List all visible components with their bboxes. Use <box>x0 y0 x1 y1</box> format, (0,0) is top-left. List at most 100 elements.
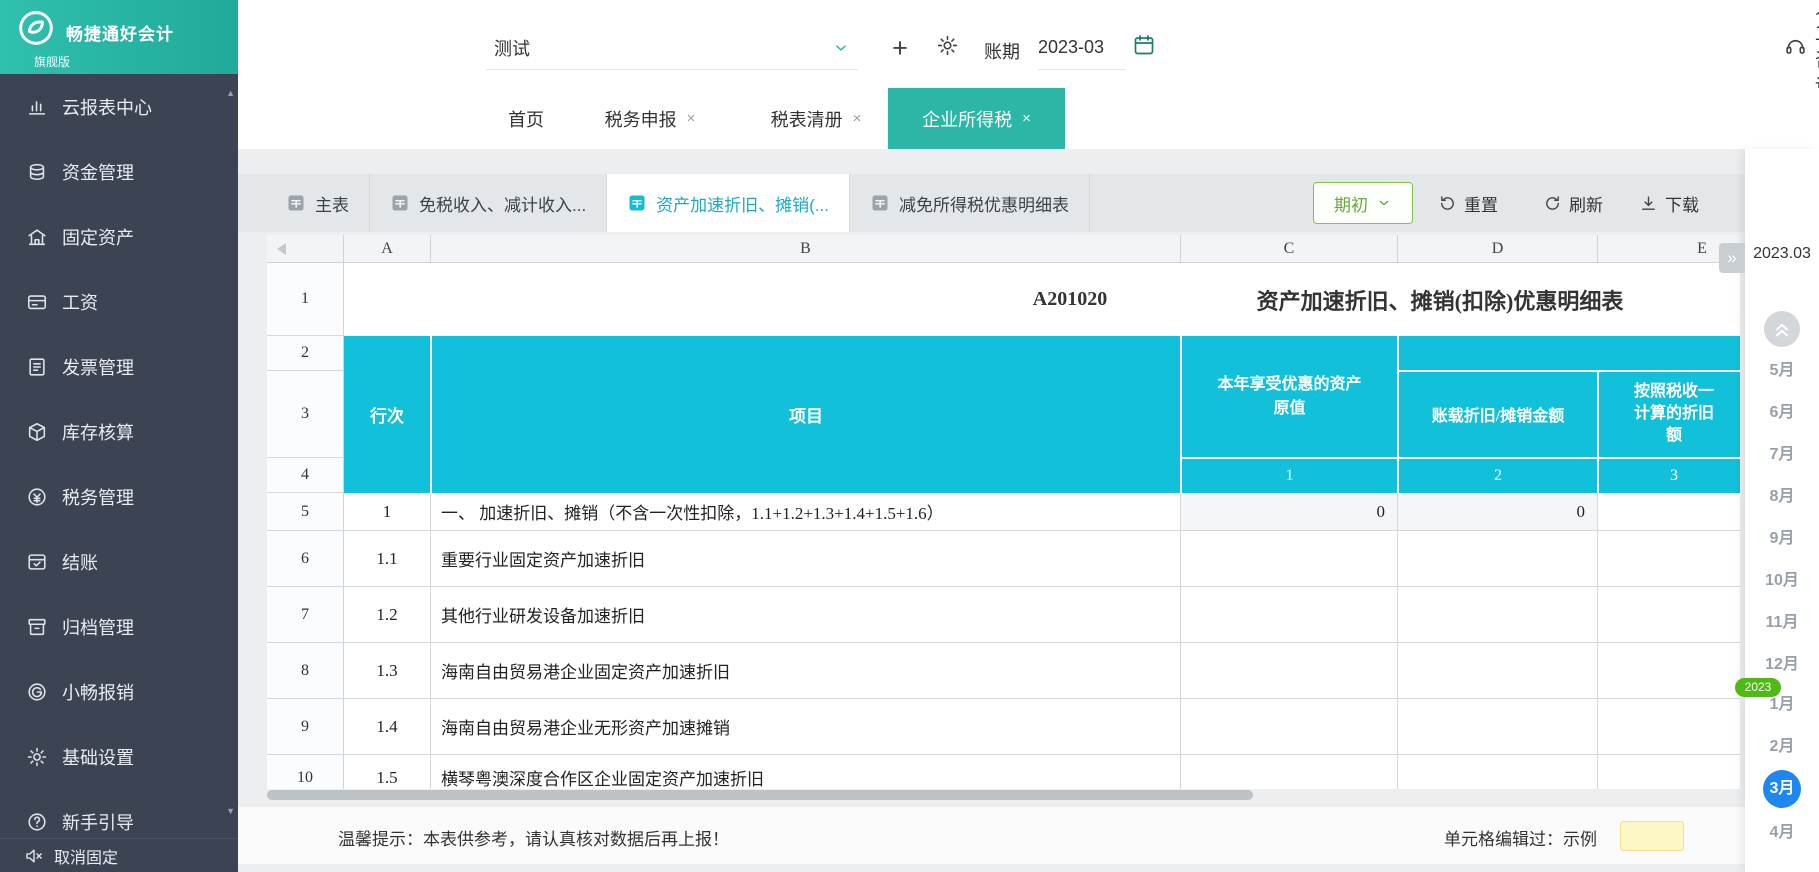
month-item[interactable]: 3月 <box>1763 770 1801 808</box>
month-item[interactable]: 11月 <box>1745 606 1819 640</box>
sidebar-item-inventory[interactable]: 库存核算 <box>0 399 238 464</box>
cell-e[interactable] <box>1598 493 1740 531</box>
column-header-C[interactable]: C <box>1181 235 1398 263</box>
cell-d[interactable] <box>1398 643 1598 699</box>
month-item[interactable]: 12月 <box>1745 648 1819 682</box>
month-item[interactable]: 6月 <box>1745 396 1819 430</box>
month-item[interactable]: 10月 <box>1745 564 1819 598</box>
cell-c[interactable]: 0 <box>1181 493 1398 531</box>
sidebar-item-guide[interactable]: 新手引导 <box>0 789 238 838</box>
table-row: 1.2 其他行业研发设备加速折旧 <box>344 587 1740 643</box>
cell-item[interactable]: 一、 加速折旧、摊销（不含一次性扣除，1.1+1.2+1.3+1.4+1.5+1… <box>431 493 1181 531</box>
cell-c[interactable] <box>1181 587 1398 643</box>
tab-tax-register[interactable]: 税表清册 × <box>752 88 880 149</box>
title-row-cell[interactable]: A201020 资产加速折旧、摊销(扣除)优惠明细表 <box>344 263 1740 336</box>
company-select[interactable]: 测试 <box>486 26 858 70</box>
sidebar-scroll-down-icon[interactable]: ▼ <box>226 806 235 816</box>
cell-c[interactable] <box>1181 643 1398 699</box>
calendar-icon[interactable] <box>1132 33 1156 57</box>
close-icon[interactable]: × <box>687 110 696 127</box>
cell-item[interactable]: 其他行业研发设备加速折旧 <box>431 587 1181 643</box>
subtab-tax-relief-detail[interactable]: 减免所得税优惠明细表 <box>850 174 1091 232</box>
cell-item[interactable]: 重要行业固定资产加速折旧 <box>431 531 1181 587</box>
sidebar-item-closing[interactable]: 结账 <box>0 529 238 594</box>
cell-e[interactable] <box>1598 643 1740 699</box>
sidebar-scroll-up-icon[interactable]: ▲ <box>226 88 235 98</box>
reset-label: 重置 <box>1464 195 1498 215</box>
row-header-1[interactable]: 1 <box>267 263 344 336</box>
cell-d[interactable] <box>1398 587 1598 643</box>
select-all-corner[interactable] <box>267 235 344 263</box>
sidebar-item-salary[interactable]: 工资 <box>0 269 238 334</box>
cell-e[interactable] <box>1598 587 1740 643</box>
sidebar-item-tax[interactable]: 税务管理 <box>0 464 238 529</box>
subtab-tax-free-income[interactable]: 免税收入、减计收入... <box>370 174 608 232</box>
month-item[interactable]: 8月 <box>1745 480 1819 514</box>
cell-d[interactable] <box>1398 755 1598 789</box>
column-header-D[interactable]: D <box>1398 235 1598 263</box>
month-item[interactable]: 5月 <box>1745 354 1819 388</box>
row-header-7[interactable]: 7 <box>267 587 344 643</box>
sidebar-item-reimburse[interactable]: 小畅报销 <box>0 659 238 724</box>
row-header-8[interactable]: 8 <box>267 643 344 699</box>
consult-button[interactable]: 人工咨询 <box>1784 0 1819 96</box>
row-header-6[interactable]: 6 <box>267 531 344 587</box>
tab-corporate-income-tax[interactable]: 企业所得税 × <box>888 88 1065 149</box>
cell-line[interactable]: 1.5 <box>344 755 431 789</box>
add-account-set-button[interactable]: + <box>882 28 918 68</box>
cell-line[interactable]: 1.2 <box>344 587 431 643</box>
subtab-accelerated-depreciation[interactable]: 资产加速折旧、摊销(... <box>607 174 851 232</box>
sidebar-item-funds[interactable]: 资金管理 <box>0 139 238 204</box>
month-item[interactable]: 2月 <box>1745 730 1819 764</box>
reset-button[interactable]: 重置 <box>1438 191 1498 215</box>
sidebar-item-fixed-assets[interactable]: 固定资产 <box>0 204 238 269</box>
collapse-up-button[interactable] <box>1764 311 1800 347</box>
cell-c[interactable] <box>1181 699 1398 755</box>
cell-line[interactable]: 1 <box>344 493 431 531</box>
download-button[interactable]: 下载 <box>1639 191 1699 215</box>
row-header-3[interactable]: 3 <box>267 371 344 458</box>
cell-d[interactable] <box>1398 531 1598 587</box>
period-select[interactable]: 2023-03 <box>1038 26 1126 70</box>
cell-c[interactable] <box>1181 531 1398 587</box>
column-header-B[interactable]: B <box>431 235 1181 263</box>
close-icon[interactable]: × <box>853 110 862 127</box>
cell-c[interactable] <box>1181 755 1398 789</box>
row-header-9[interactable]: 9 <box>267 699 344 755</box>
cell-line[interactable]: 1.4 <box>344 699 431 755</box>
sidebar-item-cloud-reports[interactable]: 云报表中心 <box>0 74 238 139</box>
sidebar-item-invoices[interactable]: 发票管理 <box>0 334 238 399</box>
tab-tax-filing[interactable]: 税务申报 × <box>586 88 714 149</box>
cell-d[interactable]: 0 <box>1398 493 1598 531</box>
period-filter-button[interactable]: 期初 <box>1313 182 1413 224</box>
cell-item[interactable]: 横琴粤澳深度合作区企业固定资产加速折旧 <box>431 755 1181 789</box>
sidebar-item-settings[interactable]: 基础设置 <box>0 724 238 789</box>
month-item[interactable]: 4月 <box>1745 816 1819 850</box>
horizontal-scrollbar[interactable] <box>238 789 1745 801</box>
cell-line[interactable]: 1.3 <box>344 643 431 699</box>
column-header-A[interactable]: A <box>344 235 431 263</box>
cell-d[interactable] <box>1398 699 1598 755</box>
consult-label: 人工咨询 <box>1815 0 1819 98</box>
cell-item[interactable]: 海南自由贸易港企业无形资产加速摊销 <box>431 699 1181 755</box>
row-header-10[interactable]: 10 <box>267 755 344 789</box>
subtab-main-table[interactable]: 主表 <box>266 174 370 232</box>
cell-e[interactable] <box>1598 699 1740 755</box>
unpin-sidebar-button[interactable]: 取消固定 <box>0 838 238 872</box>
cell-e[interactable] <box>1598 755 1740 789</box>
expand-panel-icon[interactable]: » <box>1719 243 1745 273</box>
close-icon[interactable]: × <box>1022 110 1031 127</box>
row-header-2[interactable]: 2 <box>267 336 344 371</box>
month-item[interactable]: 7月 <box>1745 438 1819 472</box>
sidebar-item-archive[interactable]: 归档管理 <box>0 594 238 659</box>
refresh-button[interactable]: 刷新 <box>1543 191 1603 215</box>
row-header-4[interactable]: 4 <box>267 458 344 493</box>
cell-item[interactable]: 海南自由贸易港企业固定资产加速折旧 <box>431 643 1181 699</box>
month-item[interactable]: 9月 <box>1745 522 1819 556</box>
scrollbar-thumb[interactable] <box>267 790 1253 800</box>
cell-line[interactable]: 1.1 <box>344 531 431 587</box>
settings-gear-icon[interactable] <box>936 34 959 57</box>
cell-e[interactable] <box>1598 531 1740 587</box>
tab-home[interactable]: 首页 <box>496 88 556 149</box>
row-header-5[interactable]: 5 <box>267 493 344 531</box>
